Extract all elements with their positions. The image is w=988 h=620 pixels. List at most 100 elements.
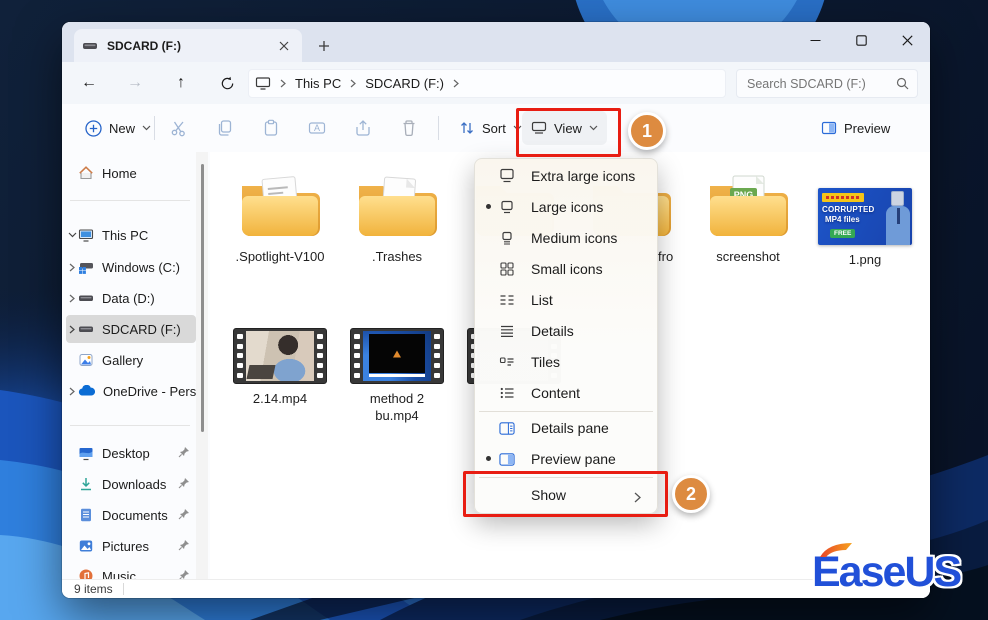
menu-item-tiles[interactable]: Tiles <box>479 347 653 377</box>
cut-button[interactable] <box>162 111 196 145</box>
film-holes <box>234 329 246 383</box>
toolbar-divider <box>438 116 439 140</box>
explorer-tab[interactable]: SDCARD (F:) <box>74 29 302 62</box>
close-button[interactable] <box>884 22 930 58</box>
breadcrumb-current[interactable]: SDCARD (F:) <box>365 76 444 91</box>
new-button[interactable]: New <box>76 111 160 145</box>
sidebar-scrollbar-thumb[interactable] <box>201 164 204 432</box>
sidebar-item-label: This PC <box>102 227 149 243</box>
file-item-method2-video[interactable]: method 2 bu.mp4 <box>341 328 453 424</box>
search-input[interactable] <box>745 75 896 92</box>
chevron-collapsed-icon[interactable] <box>66 263 78 272</box>
menu-divider <box>479 411 653 412</box>
file-label: .Spotlight-V100 <box>235 249 325 264</box>
up-button[interactable]: ↑ <box>166 68 196 98</box>
annotation-box-view <box>516 108 621 157</box>
forward-button[interactable]: → <box>120 68 150 98</box>
sidebar-item-label: Desktop <box>102 445 150 461</box>
video-frame <box>363 331 431 381</box>
sidebar-item-sdcard-f[interactable]: SDCARD (F:) <box>66 315 196 343</box>
menu-item-label: Medium icons <box>531 230 618 246</box>
share-button[interactable] <box>346 111 380 145</box>
sidebar-item-gallery[interactable]: Gallery <box>66 346 196 374</box>
preview-button-label: Preview <box>844 120 891 136</box>
copy-button[interactable] <box>208 111 242 145</box>
annotation-step-2: 2 <box>672 475 710 513</box>
sidebar-item-label: SDCARD (F:) <box>102 321 181 337</box>
tab-close-icon[interactable] <box>274 36 294 56</box>
onedrive-icon <box>78 385 95 396</box>
sidebar-item-desktop[interactable]: Desktop <box>66 439 196 467</box>
paste-button[interactable] <box>254 111 288 145</box>
film-holes <box>351 329 363 383</box>
paste-icon <box>264 119 278 136</box>
chevron-collapsed-icon[interactable] <box>66 387 78 396</box>
sidebar-item-documents[interactable]: Documents <box>66 501 196 529</box>
tab-bar: SDCARD (F:) <box>62 22 930 62</box>
sidebar-item-label: Downloads <box>102 476 167 492</box>
this-pc-icon <box>78 228 94 242</box>
file-label: 1.png <box>848 252 882 267</box>
sidebar-item-home[interactable]: Home <box>66 159 196 187</box>
file-item-trashes-folder[interactable]: .Trashes <box>341 170 453 265</box>
menu-item-details[interactable]: Details <box>479 316 653 346</box>
sidebar-item-downloads[interactable]: Downloads <box>66 470 196 498</box>
sidebar-item-data-d[interactable]: Data (D:) <box>66 284 196 312</box>
chevron-collapsed-icon[interactable] <box>66 294 78 303</box>
minimize-button[interactable] <box>792 22 838 58</box>
new-tab-button[interactable] <box>312 34 336 58</box>
annotation-step-1: 1 <box>628 112 666 150</box>
chevron-collapsed-icon[interactable] <box>66 325 78 334</box>
sidebar-item-label: Home <box>102 165 137 181</box>
menu-item-list[interactable]: List <box>479 285 653 315</box>
sidebar-divider <box>70 425 190 426</box>
drive-icon <box>83 42 97 49</box>
menu-item-small-icons[interactable]: Small icons <box>479 254 653 284</box>
menu-item-label: Small icons <box>531 261 603 277</box>
menu-item-preview-pane[interactable]: Preview pane <box>479 444 653 474</box>
back-button[interactable]: ← <box>74 68 104 98</box>
maximize-button[interactable] <box>838 22 884 58</box>
sidebar-item-label: Gallery <box>102 352 144 368</box>
sidebar-item-onedrive[interactable]: OneDrive - Perso <box>66 377 196 405</box>
tiles-icon <box>499 354 515 370</box>
rename-button[interactable]: A <box>300 111 334 145</box>
file-item-spotlight-folder[interactable]: .Spotlight-V100 <box>224 170 336 265</box>
menu-item-medium-icons[interactable]: Medium icons <box>479 223 653 253</box>
video-frame <box>246 331 314 381</box>
pin-icon <box>178 539 190 554</box>
sidebar-item-pictures[interactable]: Pictures <box>66 532 196 560</box>
rename-icon: A <box>308 122 326 134</box>
delete-button[interactable] <box>392 111 426 145</box>
chevron-expanded-icon[interactable] <box>66 232 78 238</box>
preview-button[interactable]: Preview <box>812 111 899 145</box>
sidebar-item-this-pc[interactable]: This PC <box>66 221 196 249</box>
status-divider <box>122 583 124 595</box>
folder-icon <box>359 176 437 236</box>
menu-item-label: Details pane <box>531 420 609 436</box>
video-play-glyph <box>393 350 401 357</box>
selected-bullet <box>486 204 491 209</box>
pin-icon <box>178 508 190 523</box>
drive-icon <box>79 326 93 332</box>
thumb-free-badge: FREE <box>830 229 856 238</box>
sidebar-item-label: Pictures <box>102 538 149 554</box>
menu-item-extra-large-icons[interactable]: Extra large icons <box>479 161 653 191</box>
file-item-1png[interactable]: CORRUPTED MP4 files FREE 1.png <box>809 188 921 268</box>
chevron-right-icon <box>280 79 286 88</box>
menu-item-large-icons[interactable]: Large icons <box>479 192 653 222</box>
menu-item-content[interactable]: Content <box>479 378 653 408</box>
breadcrumb-this-pc[interactable]: This PC <box>295 76 341 91</box>
sidebar-item-music[interactable]: Music <box>66 562 196 580</box>
drive-icon <box>79 295 93 301</box>
file-item-screenshot-folder[interactable]: PNG screenshot <box>692 170 804 265</box>
cut-icon <box>171 121 185 137</box>
search-box[interactable] <box>736 69 918 98</box>
menu-item-details-pane[interactable]: Details pane <box>479 413 653 443</box>
new-button-label: New <box>109 120 136 136</box>
this-pc-icon <box>255 77 271 90</box>
file-item-214-video[interactable]: 2.14.mp4 <box>224 328 336 407</box>
refresh-button[interactable] <box>212 68 242 98</box>
sidebar-item-windows-c[interactable]: Windows (C:) <box>66 253 196 281</box>
menu-item-label: Preview pane <box>531 451 616 467</box>
